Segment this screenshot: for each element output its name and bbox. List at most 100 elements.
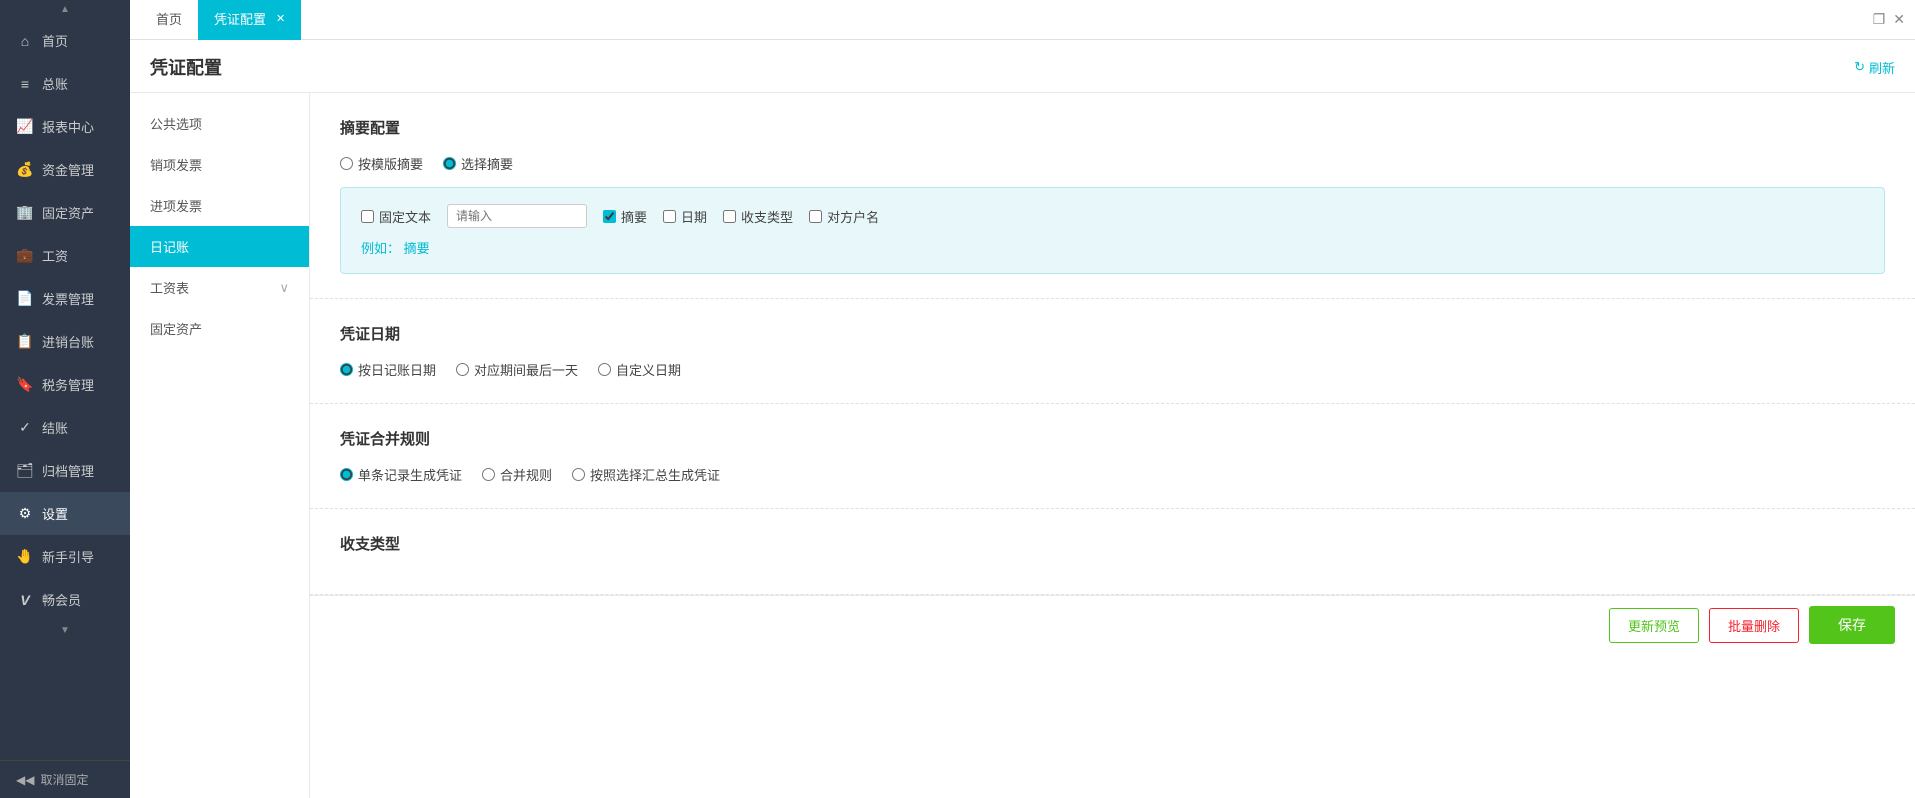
sidebar-item-settings[interactable]: ⚙ 设置 <box>0 492 130 535</box>
by-journal-date-radio[interactable]: 按日记账日期 <box>340 360 436 379</box>
summary-checkbox-row: 固定文本 摘要 日期 <box>361 204 1864 228</box>
summary-radio-group: 按模版摘要 选择摘要 <box>340 154 1885 173</box>
sidebar-item-home[interactable]: ⌂ 首页 <box>0 19 130 62</box>
sidebar-scroll-up[interactable]: ▲ <box>0 0 130 19</box>
page-header: 凭证配置 ↻ 刷新 <box>130 40 1915 93</box>
template-summary-input[interactable] <box>340 157 353 170</box>
by-selection-input[interactable] <box>572 468 585 481</box>
left-nav-purchase-invoice[interactable]: 进项发票 <box>130 185 309 226</box>
footer-bar: 更新预览 批量删除 保存 <box>310 595 1915 654</box>
sidebar-item-assets[interactable]: 🏢 固定资产 <box>0 191 130 234</box>
sidebar-item-label: 进销台账 <box>42 332 94 351</box>
fixed-text-field[interactable] <box>447 204 587 228</box>
sidebar-item-guide[interactable]: 🤚 新手引导 <box>0 535 130 578</box>
by-selection-radio[interactable]: 按照选择汇总生成凭证 <box>572 465 720 484</box>
left-nav-public[interactable]: 公共选项 <box>130 103 309 144</box>
sidebar-item-ledger[interactable]: ≡ 总账 <box>0 62 130 105</box>
voucher-date-title: 凭证日期 <box>340 323 1885 344</box>
left-nav-journal[interactable]: 日记账 <box>130 226 309 267</box>
batch-delete-button[interactable]: 批量删除 <box>1709 608 1799 643</box>
right-content: 摘要配置 按模版摘要 选择摘要 <box>310 93 1915 798</box>
payroll-icon: 💼 <box>16 247 34 264</box>
last-day-of-period-radio[interactable]: 对应期间最后一天 <box>456 360 578 379</box>
sidebar-scroll-down[interactable]: ▼ <box>0 621 130 640</box>
merge-rules-input[interactable] <box>482 468 495 481</box>
voucher-merge-section: 凭证合并规则 单条记录生成凭证 合并规则 按照选择汇总生成凭证 <box>310 404 1915 509</box>
example-prefix: 例如： <box>361 241 400 256</box>
income-type-cb-checkbox[interactable]: 收支类型 <box>723 207 793 226</box>
save-button[interactable]: 保存 <box>1809 606 1895 644</box>
summary-config-section: 摘要配置 按模版摘要 选择摘要 <box>310 93 1915 299</box>
date-cb-checkbox[interactable]: 日期 <box>663 207 707 226</box>
select-summary-input[interactable] <box>443 157 456 170</box>
by-journal-date-input[interactable] <box>340 363 353 376</box>
sidebar-item-label: 设置 <box>42 504 68 523</box>
income-type-cb-input[interactable] <box>723 210 736 223</box>
sidebar-item-purchase-sales[interactable]: 📋 进销台账 <box>0 320 130 363</box>
date-cb-input[interactable] <box>663 210 676 223</box>
select-summary-label: 选择摘要 <box>461 154 513 173</box>
sidebar-item-tax[interactable]: 🔖 税务管理 <box>0 363 130 406</box>
voucher-merge-title: 凭证合并规则 <box>340 428 1885 449</box>
unpin-icon: ◀◀ <box>16 773 34 787</box>
left-nav-fixed-assets[interactable]: 固定资产 <box>130 308 309 349</box>
tab-voucher-config[interactable]: 凭证配置 ✕ <box>198 0 301 40</box>
left-nav-payroll-table[interactable]: 工资表 ∨ <box>130 267 309 308</box>
summary-cb-checkbox[interactable]: 摘要 <box>603 207 647 226</box>
sidebar-item-invoice-mgmt[interactable]: 📄 发票管理 <box>0 277 130 320</box>
tab-voucher-config-label: 凭证配置 <box>214 9 266 28</box>
window-close-icon[interactable]: ✕ <box>1893 11 1905 28</box>
summary-example: 例如： 摘要 <box>361 238 1864 257</box>
sidebar-item-archive[interactable]: 🗂 归档管理 <box>0 449 130 492</box>
fixed-text-checkbox[interactable]: 固定文本 <box>361 207 431 226</box>
sidebar-item-label: 首页 <box>42 31 68 50</box>
voucher-merge-radio-group: 单条记录生成凭证 合并规则 按照选择汇总生成凭证 <box>340 465 1885 484</box>
sidebar-item-payroll[interactable]: 💼 工资 <box>0 234 130 277</box>
tax-icon: 🔖 <box>16 376 34 393</box>
example-value: 摘要 <box>404 241 430 256</box>
tab-bar: 首页 凭证配置 ✕ ❐ ✕ <box>130 0 1915 40</box>
sidebar-item-member[interactable]: V 畅会员 <box>0 578 130 621</box>
assets-icon: 🏢 <box>16 204 34 221</box>
sidebar-item-close[interactable]: ✓ 结账 <box>0 406 130 449</box>
sidebar: ▲ ⌂ 首页 ≡ 总账 📈 报表中心 💰 资金管理 🏢 固定资产 💼 工资 📄 … <box>0 0 130 798</box>
counterparty-cb-checkbox[interactable]: 对方户名 <box>809 207 879 226</box>
sidebar-item-reports[interactable]: 📈 报表中心 <box>0 105 130 148</box>
custom-date-input[interactable] <box>598 363 611 376</box>
income-type-section: 收支类型 <box>310 509 1915 595</box>
tab-close-button[interactable]: ✕ <box>276 12 285 25</box>
single-record-radio[interactable]: 单条记录生成凭证 <box>340 465 462 484</box>
merge-rules-radio[interactable]: 合并规则 <box>482 465 552 484</box>
archive-icon: 🗂 <box>16 462 34 479</box>
content-area: 凭证配置 ↻ 刷新 公共选项 销项发票 进项发票 日记账 <box>130 40 1915 798</box>
custom-date-radio[interactable]: 自定义日期 <box>598 360 681 379</box>
example-text: 例如： 摘要 <box>361 241 430 256</box>
member-icon: V <box>16 592 34 608</box>
refresh-button[interactable]: ↻ 刷新 <box>1854 58 1895 89</box>
home-icon: ⌂ <box>16 33 34 49</box>
update-preview-button[interactable]: 更新预览 <box>1609 608 1699 643</box>
invoice-mgmt-icon: 📄 <box>16 290 34 307</box>
by-selection-label: 按照选择汇总生成凭证 <box>590 465 720 484</box>
settings-icon: ⚙ <box>16 505 34 522</box>
template-summary-radio[interactable]: 按模版摘要 <box>340 154 423 173</box>
by-journal-date-label: 按日记账日期 <box>358 360 436 379</box>
sidebar-item-label: 结账 <box>42 418 68 437</box>
left-nav-sales-invoice[interactable]: 销项发票 <box>130 144 309 185</box>
counterparty-cb-input[interactable] <box>809 210 822 223</box>
unpin-sidebar[interactable]: ◀◀ 取消固定 <box>0 760 130 798</box>
left-nav-payroll-table-label: 工资表 <box>150 278 189 297</box>
select-summary-radio[interactable]: 选择摘要 <box>443 154 513 173</box>
sidebar-item-label: 畅会员 <box>42 590 81 609</box>
last-day-of-period-input[interactable] <box>456 363 469 376</box>
summary-cb-input[interactable] <box>603 210 616 223</box>
sidebar-item-label: 归档管理 <box>42 461 94 480</box>
fixed-text-input[interactable] <box>361 210 374 223</box>
tab-home[interactable]: 首页 <box>140 0 198 40</box>
summary-config-box: 固定文本 摘要 日期 <box>340 187 1885 274</box>
sidebar-item-funds[interactable]: 💰 资金管理 <box>0 148 130 191</box>
single-record-input[interactable] <box>340 468 353 481</box>
voucher-date-radio-group: 按日记账日期 对应期间最后一天 自定义日期 <box>340 360 1885 379</box>
restore-icon[interactable]: ❐ <box>1873 11 1886 28</box>
summary-cb-label: 摘要 <box>621 207 647 226</box>
